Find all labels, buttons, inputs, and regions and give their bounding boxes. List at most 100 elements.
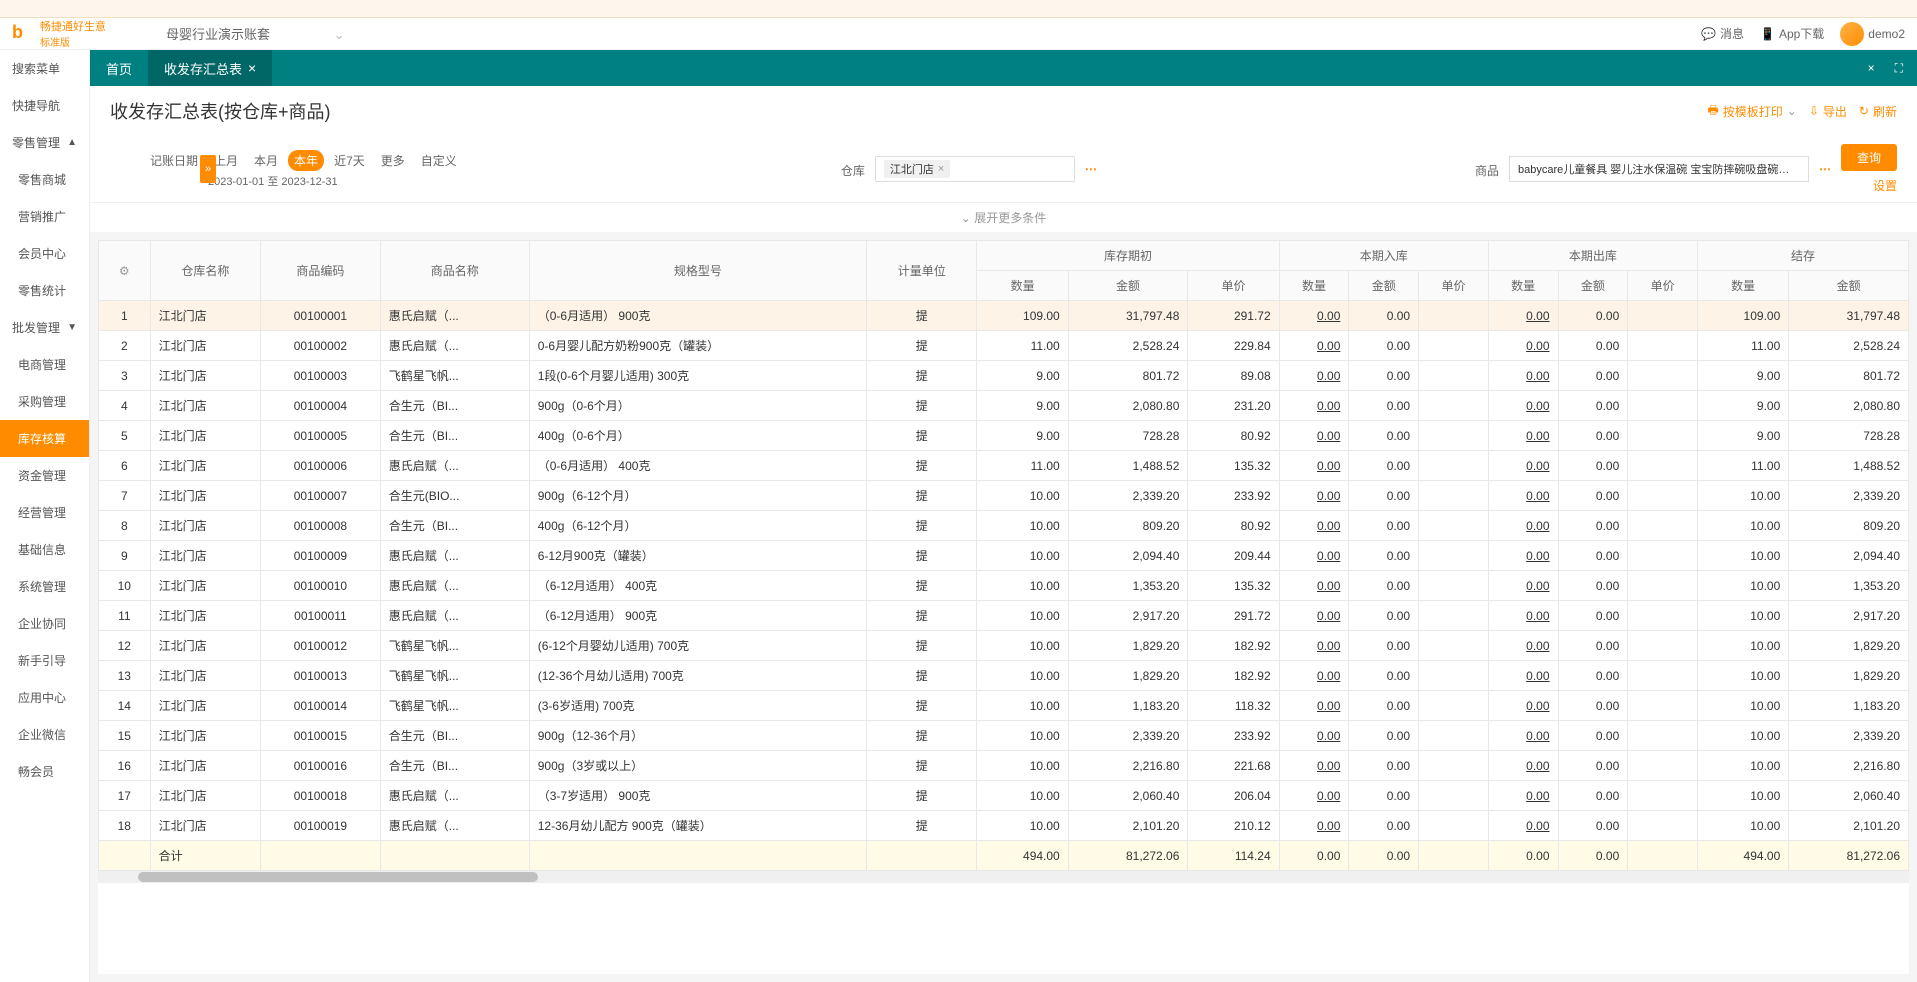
table-row[interactable]: 3江北门店00100003飞鹤星飞帆...1段(0-6个月婴儿适用) 300克提… bbox=[99, 361, 1909, 391]
sidebar-item[interactable]: 营销推广 bbox=[0, 198, 89, 235]
fullscreen-icon[interactable]: ⛶ bbox=[1889, 57, 1909, 80]
table-row[interactable]: 5江北门店00100005合生元（BI...400g（0-6个月）提9.0072… bbox=[99, 421, 1909, 451]
sidebar-item[interactable]: 企业协同 bbox=[0, 605, 89, 642]
date-range: 2023-01-01 至 2023-12-31 bbox=[208, 173, 463, 189]
table-row[interactable]: 8江北门店00100008合生元（BI...400g（6-12个月）提10.00… bbox=[99, 511, 1909, 541]
warehouse-more-icon[interactable]: ⋯ bbox=[1085, 162, 1097, 176]
table-row[interactable]: 1江北门店00100001惠氏启赋（...（0-6月适用） 900克提109.0… bbox=[99, 301, 1909, 331]
table-row[interactable]: 9江北门店00100009惠氏启赋（...6-12月900克（罐装）提10.00… bbox=[99, 541, 1909, 571]
table-row[interactable]: 12江北门店00100012飞鹤星飞帆...(6-12个月婴幼儿适用) 700克… bbox=[99, 631, 1909, 661]
date-more[interactable]: 更多 bbox=[375, 150, 411, 171]
app-download-link[interactable]: 📱App下载 bbox=[1760, 25, 1824, 42]
horizontal-scrollbar[interactable] bbox=[98, 871, 1909, 883]
col-unit[interactable]: 计量单位 bbox=[866, 241, 977, 301]
page-title: 收发存汇总表(按仓库+商品) bbox=[110, 98, 331, 124]
sidebar-item[interactable]: 基础信息 bbox=[0, 531, 89, 568]
table-row[interactable]: 15江北门店00100015合生元（BI...900g（12-36个月）提10.… bbox=[99, 721, 1909, 751]
refresh-icon: ↻ bbox=[1859, 104, 1869, 118]
col-name[interactable]: 商品名称 bbox=[380, 241, 529, 301]
browser-chrome-bar bbox=[0, 0, 1917, 18]
gear-icon[interactable]: ⚙ bbox=[119, 264, 130, 278]
messages-link[interactable]: 💬消息 bbox=[1701, 25, 1744, 42]
sidebar-item[interactable]: 电商管理 bbox=[0, 346, 89, 383]
tab-summary[interactable]: 收发存汇总表 × bbox=[148, 50, 272, 86]
chevron-down-icon: ⌄ bbox=[1787, 104, 1797, 118]
export-icon: ⇩ bbox=[1809, 104, 1819, 118]
refresh-button[interactable]: ↻刷新 bbox=[1859, 103, 1897, 120]
table-row[interactable]: 10江北门店00100010惠氏启赋（...（6-12月适用） 400克提10.… bbox=[99, 571, 1909, 601]
avatar bbox=[1840, 22, 1864, 46]
date-last7[interactable]: 近7天 bbox=[328, 150, 371, 171]
tab-close-all-icon[interactable]: × bbox=[1862, 57, 1881, 79]
total-row: 合计 494.0081,272.06114.24 0.000.00 0.000.… bbox=[99, 841, 1909, 871]
filter-bar: » 记账日期 上月 本月 本年 近7天 更多 自定义 2023-01-01 至 … bbox=[90, 136, 1917, 202]
table-row[interactable]: 17江北门店00100018惠氏启赋（...（3-7岁适用） 900克提10.0… bbox=[99, 781, 1909, 811]
sidebar-item[interactable]: 应用中心 bbox=[0, 679, 89, 716]
sidebar-quicknav[interactable]: 快捷导航 bbox=[0, 87, 89, 124]
close-icon[interactable]: × bbox=[938, 163, 944, 175]
logo-text: 畅捷通好生意 bbox=[40, 18, 106, 34]
col-group-initial: 库存期初 bbox=[977, 241, 1279, 271]
product-label: 商品 bbox=[1475, 160, 1499, 179]
sidebar-item[interactable]: 畅会员 bbox=[0, 753, 89, 790]
app-header: b 畅捷通好生意 标准版 母婴行业演示账套 ⌄ 💬消息 📱App下载 demo2 bbox=[0, 18, 1917, 50]
product-input[interactable]: babycare儿童餐具 婴儿注水保温碗 宝宝防摔碗吸盘碗辅食碗勺套装 雀湖绿｜… bbox=[1509, 156, 1809, 182]
sidebar-item[interactable]: 采购管理 bbox=[0, 383, 89, 420]
close-icon[interactable]: × bbox=[248, 60, 256, 76]
data-table-container: ⚙ 仓库名称 商品编码 商品名称 规格型号 计量单位 库存期初 本期入库 本期出… bbox=[98, 240, 1909, 974]
sidebar-item[interactable]: 企业微信 bbox=[0, 716, 89, 753]
warehouse-label: 仓库 bbox=[841, 160, 865, 179]
product-more-icon[interactable]: ⋯ bbox=[1819, 162, 1831, 176]
phone-icon: 📱 bbox=[1760, 27, 1775, 41]
sidebar-item[interactable]: 会员中心 bbox=[0, 235, 89, 272]
table-row[interactable]: 2江北门店00100002惠氏启赋（...0-6月婴儿配方奶粉900克（罐装）提… bbox=[99, 331, 1909, 361]
export-button[interactable]: ⇩导出 bbox=[1809, 103, 1847, 120]
tabs-bar: 首页 收发存汇总表 × × ⛶ bbox=[90, 50, 1917, 86]
scroll-thumb[interactable] bbox=[138, 872, 538, 882]
date-this-month[interactable]: 本月 bbox=[248, 150, 284, 171]
sidebar-item[interactable]: 资金管理 bbox=[0, 457, 89, 494]
table-row[interactable]: 4江北门店00100004合生元（BI...900g（0-6个月）提9.002,… bbox=[99, 391, 1909, 421]
warehouse-input[interactable]: 江北门店× bbox=[875, 156, 1075, 182]
col-group-out: 本期出库 bbox=[1488, 241, 1697, 271]
expand-more-filters[interactable]: ⌄ 展开更多条件 bbox=[90, 202, 1917, 232]
caret-icon: ▼ bbox=[67, 322, 77, 333]
sidebar-item[interactable]: 零售统计 bbox=[0, 272, 89, 309]
query-button[interactable]: 查询 bbox=[1841, 144, 1897, 171]
settings-button[interactable]: 设置 bbox=[1873, 177, 1897, 194]
data-table: ⚙ 仓库名称 商品编码 商品名称 规格型号 计量单位 库存期初 本期入库 本期出… bbox=[98, 240, 1909, 871]
table-row[interactable]: 7江北门店00100007合生元(BIO...900g（6-12个月）提10.0… bbox=[99, 481, 1909, 511]
logo-icon: b bbox=[12, 22, 36, 46]
sidebar-item[interactable]: 新手引导 bbox=[0, 642, 89, 679]
table-row[interactable]: 16江北门店00100016合生元（BI...900g（3岁或以上）提10.00… bbox=[99, 751, 1909, 781]
sidebar: 搜索菜单 快捷导航 零售管理▲零售商城营销推广会员中心零售统计批发管理▼电商管理… bbox=[0, 50, 90, 982]
sidebar-item[interactable]: 系统管理 bbox=[0, 568, 89, 605]
sidebar-item[interactable]: 批发管理▼ bbox=[0, 309, 89, 346]
account-selector[interactable]: 母婴行业演示账套 ⌄ bbox=[166, 24, 345, 43]
col-code[interactable]: 商品编码 bbox=[261, 241, 381, 301]
date-label: 记账日期 bbox=[150, 150, 198, 169]
logo[interactable]: b 畅捷通好生意 标准版 bbox=[12, 18, 106, 49]
table-row[interactable]: 13江北门店00100013飞鹤星飞帆...(12-36个月幼儿适用) 700克… bbox=[99, 661, 1909, 691]
sidebar-item[interactable]: 零售管理▲ bbox=[0, 124, 89, 161]
caret-icon: ▲ bbox=[67, 137, 77, 148]
sidebar-item[interactable]: 库存核算 bbox=[0, 420, 89, 457]
main-area: 首页 收发存汇总表 × × ⛶ 收发存汇总表(按仓库+商品) 🖶按模板打印 ⌄ … bbox=[90, 50, 1917, 982]
sidebar-item[interactable]: 零售商城 bbox=[0, 161, 89, 198]
sidebar-item[interactable]: 经营管理 bbox=[0, 494, 89, 531]
logo-badge: 标准版 bbox=[40, 34, 106, 49]
col-spec[interactable]: 规格型号 bbox=[529, 241, 866, 301]
col-warehouse[interactable]: 仓库名称 bbox=[150, 241, 261, 301]
table-row[interactable]: 6江北门店00100006惠氏启赋（...（0-6月适用） 400克提11.00… bbox=[99, 451, 1909, 481]
date-custom[interactable]: 自定义 bbox=[415, 150, 463, 171]
table-row[interactable]: 11江北门店00100011惠氏启赋（...（6-12月适用） 900克提10.… bbox=[99, 601, 1909, 631]
user-menu[interactable]: demo2 bbox=[1840, 22, 1905, 46]
collapse-filter-button[interactable]: » bbox=[200, 155, 216, 183]
sidebar-search[interactable]: 搜索菜单 bbox=[0, 50, 89, 87]
table-row[interactable]: 14江北门店00100014飞鹤星飞帆...(3-6岁适用) 700克提10.0… bbox=[99, 691, 1909, 721]
table-row[interactable]: 18江北门店00100019惠氏启赋（...12-36月幼儿配方 900克（罐装… bbox=[99, 811, 1909, 841]
print-icon: 🖶 bbox=[1707, 101, 1718, 122]
date-this-year[interactable]: 本年 bbox=[288, 150, 324, 171]
print-button[interactable]: 🖶按模板打印 ⌄ bbox=[1707, 101, 1796, 122]
tab-home[interactable]: 首页 bbox=[90, 50, 148, 86]
